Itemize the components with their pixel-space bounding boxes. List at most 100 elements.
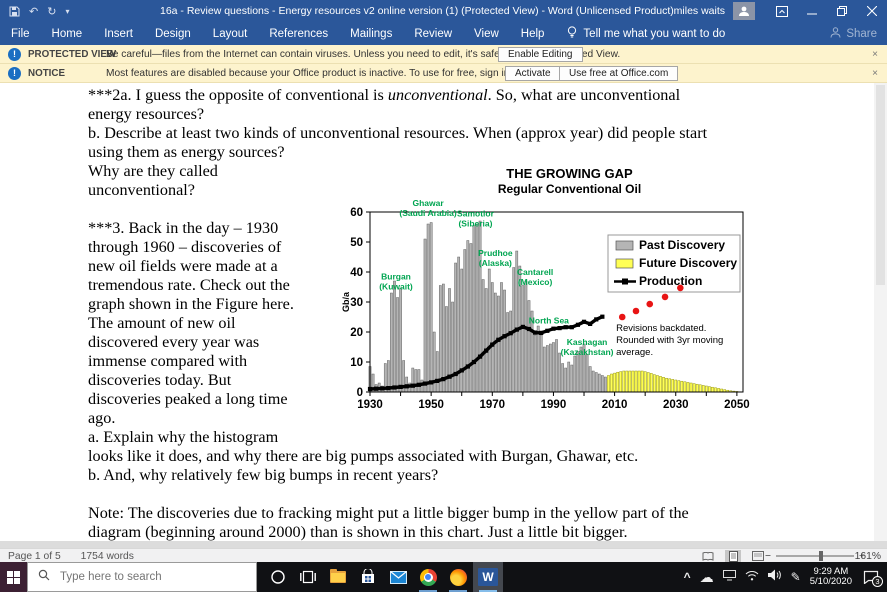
doc-line — [88, 485, 707, 504]
doc-line: ***2a. I guess the opposite of conventio… — [88, 86, 681, 104]
share-button[interactable]: Share — [830, 26, 877, 41]
use-free-button[interactable]: Use free at Office.com — [559, 65, 679, 81]
lightbulb-icon — [567, 25, 577, 42]
avatar[interactable] — [733, 2, 755, 20]
svg-text:30: 30 — [350, 297, 363, 309]
tell-me-box[interactable]: Tell me what you want to do — [567, 25, 725, 42]
tab-home[interactable]: Home — [41, 22, 94, 45]
firefox-icon[interactable] — [443, 562, 473, 592]
read-mode-icon[interactable] — [700, 550, 716, 563]
restore-button[interactable] — [827, 0, 857, 22]
start-button[interactable] — [0, 562, 27, 592]
hidden-icons-chevron[interactable]: ^ — [684, 571, 691, 583]
svg-text:0: 0 — [357, 387, 363, 399]
tab-references[interactable]: References — [258, 22, 339, 45]
doc-line: looks like it does, and why there are bi… — [88, 447, 639, 465]
svg-text:1950: 1950 — [418, 399, 444, 411]
ribbon-tab-bar: File Home Insert Design Layout Reference… — [0, 22, 887, 45]
tab-mailings[interactable]: Mailings — [339, 22, 403, 45]
tab-design[interactable]: Design — [144, 22, 202, 45]
scrollbar-thumb[interactable] — [876, 85, 885, 285]
volume-icon[interactable] — [767, 568, 782, 586]
svg-text:(Saudi Arabia): (Saudi Arabia) — [399, 208, 456, 218]
tab-insert[interactable]: Insert — [93, 22, 144, 45]
action-center-icon[interactable]: 3 — [861, 568, 883, 587]
activate-button[interactable]: Activate — [505, 65, 561, 81]
taskbar-search[interactable] — [27, 562, 257, 592]
zoom-slider-thumb[interactable] — [818, 551, 823, 561]
banner-label: PROTECTED VIEW — [28, 48, 117, 60]
zoom-percent[interactable]: 161% — [855, 549, 881, 563]
svg-text:Ghawar: Ghawar — [412, 198, 444, 208]
tab-review[interactable]: Review — [403, 22, 463, 45]
quick-access-toolbar: ↶ ↻ ▾ — [0, 5, 160, 18]
close-icon[interactable]: × — [872, 49, 878, 60]
cortana-icon[interactable] — [263, 562, 293, 592]
page-break-gap — [0, 541, 887, 548]
doc-line: b. Describe at least two kinds of unconv… — [88, 124, 708, 142]
search-input[interactable] — [58, 570, 228, 584]
vertical-scrollbar[interactable] — [874, 83, 887, 541]
svg-text:(Kuwait): (Kuwait) — [379, 282, 413, 292]
svg-text:10: 10 — [350, 357, 363, 369]
save-icon[interactable] — [9, 6, 20, 17]
svg-text:1970: 1970 — [479, 399, 505, 411]
status-bar: Page 1 of 5 1754 words − + 161% — [0, 548, 887, 563]
svg-text:Regular Conventional Oil: Regular Conventional Oil — [498, 182, 641, 196]
word-window: ↶ ↻ ▾ 16a - Review questions - Energy re… — [0, 0, 887, 592]
minimize-button[interactable] — [797, 0, 827, 22]
onedrive-icon[interactable]: ☁ — [700, 570, 714, 584]
task-view-icon[interactable] — [293, 562, 323, 592]
doc-line: using them as energy sources? — [88, 143, 285, 161]
doc-line: energy resources? — [88, 105, 205, 123]
svg-text:(Siberia): (Siberia) — [458, 219, 492, 229]
word-count[interactable]: 1754 words — [81, 551, 134, 562]
zoom-slider[interactable] — [776, 551, 855, 561]
enable-editing-button[interactable]: Enable Editing — [498, 46, 583, 62]
document-page[interactable]: ***2a. I guess the opposite of conventio… — [0, 83, 887, 548]
svg-text:North Sea: North Sea — [529, 316, 569, 326]
svg-text:1930: 1930 — [357, 399, 383, 411]
tab-layout[interactable]: Layout — [202, 22, 259, 45]
ribbon-display-options-icon[interactable] — [767, 0, 797, 22]
file-explorer-icon[interactable] — [323, 562, 353, 592]
chrome-icon[interactable] — [413, 562, 443, 592]
svg-text:Rounded with 3yr moving: Rounded with 3yr moving — [616, 335, 723, 346]
print-layout-icon[interactable] — [725, 549, 741, 563]
svg-text:Cantarell: Cantarell — [517, 267, 553, 277]
svg-text:Kashagan: Kashagan — [567, 337, 608, 347]
page-indicator[interactable]: Page 1 of 5 — [8, 551, 61, 562]
close-button[interactable] — [857, 0, 887, 22]
tab-view[interactable]: View — [463, 22, 510, 45]
mail-icon[interactable] — [383, 562, 413, 592]
notification-badge: 3 — [872, 576, 883, 587]
info-icon: ! — [8, 47, 21, 61]
redo-icon[interactable]: ↻ — [47, 5, 56, 18]
zoom-out-button[interactable]: − — [765, 551, 771, 562]
clock[interactable]: 9:29 AM 5/10/2020 — [810, 566, 852, 588]
taskbar: W ^ ☁ ✎ 9:29 AM 5/10/2020 3 — [0, 562, 887, 592]
account-name[interactable]: miles waits — [674, 5, 725, 17]
tab-help[interactable]: Help — [510, 22, 556, 45]
search-icon — [38, 568, 50, 586]
svg-text:40: 40 — [350, 267, 363, 279]
doc-line: Note: The discoveries due to fracking mi… — [88, 504, 689, 522]
word-taskbar-icon[interactable]: W — [473, 562, 503, 592]
web-layout-icon[interactable] — [750, 550, 766, 563]
tray-device-icon[interactable] — [722, 568, 736, 586]
banner-label: NOTICE — [28, 67, 66, 79]
microsoft-store-icon[interactable] — [353, 562, 383, 592]
info-icon: ! — [8, 66, 21, 80]
close-icon[interactable]: × — [872, 68, 878, 79]
windows-ink-icon[interactable]: ✎ — [791, 571, 801, 583]
svg-text:average.: average. — [616, 347, 653, 358]
svg-text:60: 60 — [350, 207, 363, 219]
undo-icon[interactable]: ↶ — [29, 5, 38, 18]
svg-text:THE GROWING GAP: THE GROWING GAP — [506, 166, 633, 181]
svg-text:Production: Production — [639, 274, 702, 288]
svg-text:(Mexico): (Mexico) — [518, 277, 553, 287]
discovery-chart: THE GROWING GAPRegular Conventional Oil 0… — [341, 166, 750, 411]
customize-qat-icon[interactable]: ▾ — [65, 7, 69, 16]
tab-file[interactable]: File — [0, 22, 41, 45]
network-icon[interactable] — [745, 568, 759, 586]
